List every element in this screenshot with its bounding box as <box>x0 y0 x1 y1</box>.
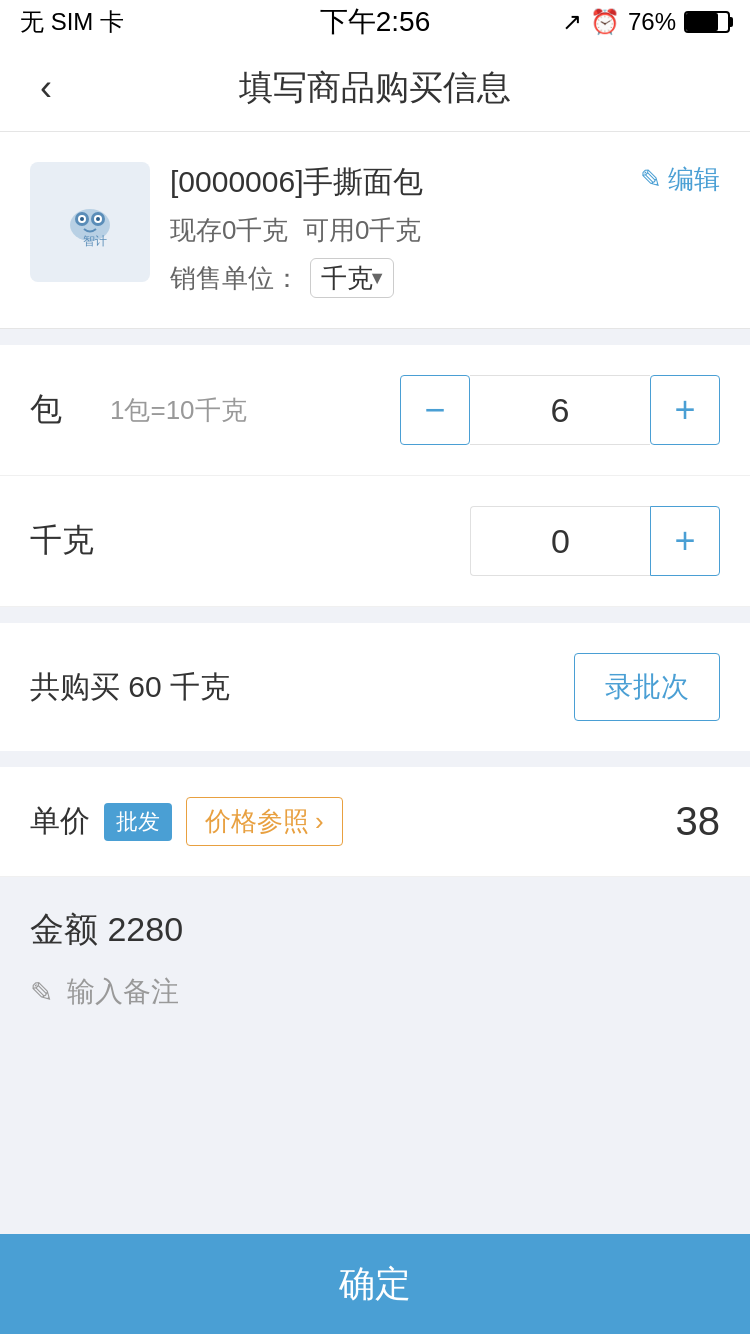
nav-bar: ‹ 填写商品购买信息 <box>0 44 750 132</box>
package-increment-button[interactable]: + <box>650 375 720 445</box>
package-decrement-button[interactable]: − <box>400 375 470 445</box>
product-thumbnail: 智计 <box>30 162 150 282</box>
package-quantity-input[interactable] <box>470 375 650 445</box>
svg-point-5 <box>80 217 84 221</box>
product-name: [0000006]手撕面包 <box>170 162 423 203</box>
amount-section: 金额 2280 ✎ 输入备注 <box>0 877 750 1041</box>
unit-select-wrap[interactable]: 千克 <box>310 258 394 298</box>
status-time: 下午2:56 <box>320 3 431 41</box>
confirm-button[interactable]: 确定 <box>0 1234 750 1334</box>
price-value: 38 <box>676 799 721 844</box>
amount-value: 2280 <box>107 910 183 948</box>
batch-tag: 批发 <box>104 803 172 841</box>
kilogram-row: 千克 + <box>0 476 750 607</box>
note-row[interactable]: ✎ 输入备注 <box>30 973 720 1011</box>
alarm-icon: ⏰ <box>590 8 620 36</box>
back-button[interactable]: ‹ <box>30 57 62 119</box>
edit-icon: ✎ <box>640 164 662 195</box>
amount-row: 金额 2280 <box>30 907 720 953</box>
kilogram-increment-button[interactable]: + <box>650 506 720 576</box>
svg-text:智计: 智计 <box>83 234 107 247</box>
kilogram-quantity-input[interactable] <box>470 506 650 576</box>
product-info: [0000006]手撕面包 ✎ 编辑 现存0千克 可用0千克 销售单位： 千克 <box>170 162 720 298</box>
status-left: 无 SIM 卡 <box>20 6 134 38</box>
price-label-area: 单价 批发 价格参照 › <box>30 797 343 846</box>
status-bar: 无 SIM 卡 下午2:56 ↗ ⏰ 76% <box>0 0 750 44</box>
price-reference-button[interactable]: 价格参照 › <box>186 797 343 846</box>
svg-point-6 <box>96 217 100 221</box>
quantity-section: 包 1包=10千克 − + 千克 + <box>0 345 750 607</box>
record-batch-button[interactable]: 录批次 <box>574 653 720 721</box>
total-text: 共购买 60 千克 <box>30 667 230 708</box>
price-label: 单价 <box>30 801 90 842</box>
edit-button[interactable]: ✎ 编辑 <box>640 162 720 197</box>
location-icon: ↗ <box>562 8 582 36</box>
note-placeholder: 输入备注 <box>67 973 179 1011</box>
carrier-text: 无 SIM 卡 <box>20 6 124 38</box>
product-card: 智计 [0000006]手撕面包 ✎ 编辑 现存0千克 可用0千克 销售单位： … <box>0 132 750 329</box>
package-label: 包 <box>30 388 110 432</box>
kilogram-label: 千克 <box>30 519 110 563</box>
unit-select[interactable]: 千克 <box>310 258 394 298</box>
chevron-right-icon: › <box>315 806 324 837</box>
page-title: 填写商品购买信息 <box>239 65 511 111</box>
package-row: 包 1包=10千克 − + <box>0 345 750 476</box>
total-row: 共购买 60 千克 录批次 <box>0 607 750 751</box>
package-hint: 1包=10千克 <box>110 393 400 428</box>
pencil-icon: ✎ <box>30 976 53 1009</box>
package-controls: − + <box>400 375 720 445</box>
battery-icon <box>684 11 730 33</box>
price-section: 单价 批发 价格参照 › 38 <box>0 767 750 877</box>
battery-text: 76% <box>628 8 676 36</box>
status-right: ↗ ⏰ 76% <box>562 8 730 36</box>
product-stock: 现存0千克 可用0千克 <box>170 213 720 248</box>
kilogram-controls: + <box>470 506 720 576</box>
product-unit: 销售单位： 千克 <box>170 258 720 298</box>
